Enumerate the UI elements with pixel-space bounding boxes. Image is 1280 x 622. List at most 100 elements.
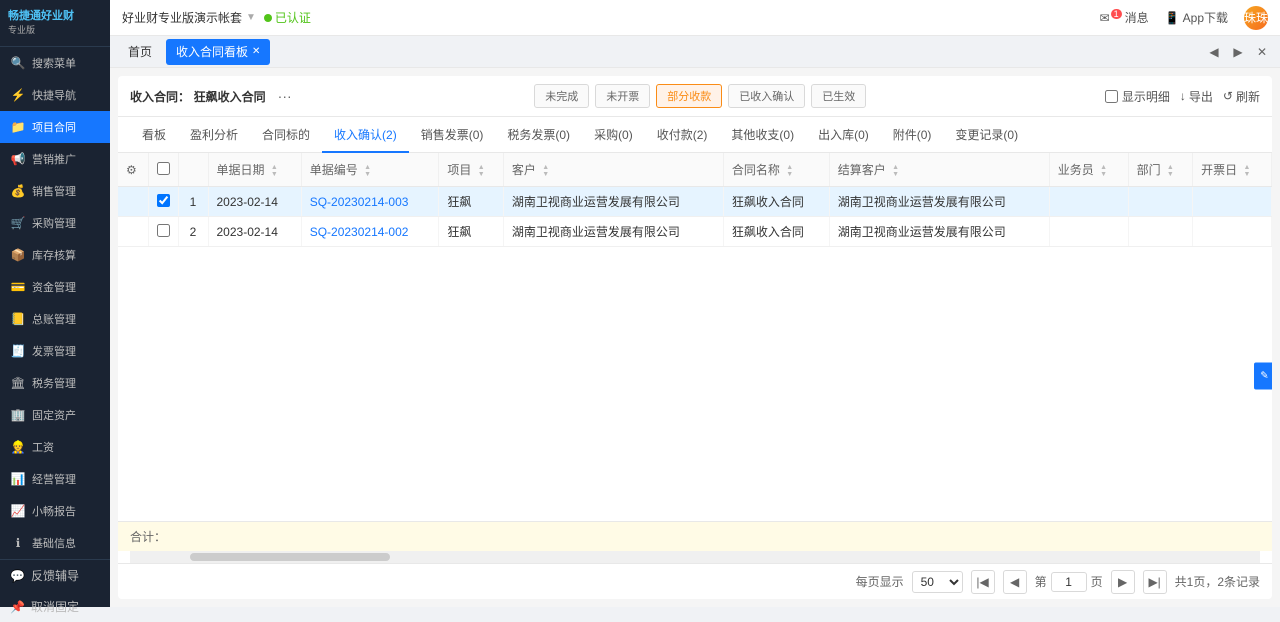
- status-not-done[interactable]: 未完成: [534, 84, 589, 108]
- sidebar-item-fixed-assets[interactable]: 🏢 固定资产: [0, 399, 110, 431]
- page-number-input[interactable]: [1051, 572, 1087, 592]
- page-prev-button[interactable]: ◀: [1003, 570, 1027, 594]
- project-cell-1: 狂飙: [439, 187, 504, 217]
- sidebar-item-search[interactable]: 🔍 搜索菜单: [0, 47, 110, 79]
- tab-income-contract[interactable]: 收入合同看板 ✕: [166, 39, 270, 65]
- status-confirmed[interactable]: 已收入确认: [728, 84, 805, 108]
- sidebar-item-invoice-label: 发票管理: [32, 343, 76, 359]
- sub-tab-sales-invoice[interactable]: 销售发票(0): [409, 117, 496, 153]
- department-cell-2: [1128, 217, 1193, 247]
- message-button[interactable]: ✉ 1 消息: [1100, 9, 1149, 26]
- contract-title-prefix: 收入合同：: [130, 90, 190, 104]
- company-selector[interactable]: 好业财专业版演示帐套 ▼: [122, 9, 256, 26]
- sidebar-item-report[interactable]: 📈 小畅报告: [0, 495, 110, 527]
- status-partial-received[interactable]: 部分收款: [656, 84, 722, 108]
- lightning-icon: ⚡: [10, 87, 26, 103]
- order-no-cell-1[interactable]: SQ-20230214-003: [301, 187, 439, 217]
- sub-tab-warehouse[interactable]: 出入库(0): [806, 117, 881, 153]
- settings-column-header: ⚙: [118, 153, 148, 187]
- sidebar-item-sales[interactable]: 💰 销售管理: [0, 175, 110, 207]
- chart-icon: 📊: [10, 471, 26, 487]
- sidebar-item-quick-nav[interactable]: ⚡ 快捷导航: [0, 79, 110, 111]
- invoice-date-column-header[interactable]: 开票日 ▲▼: [1193, 153, 1272, 187]
- sidebar-item-purchase[interactable]: 🛒 采购管理: [0, 207, 110, 239]
- side-note-button[interactable]: ✎: [1254, 363, 1272, 390]
- app-download-label: App下载: [1183, 9, 1228, 26]
- user-profile[interactable]: 珠珠: [1244, 6, 1268, 30]
- department-cell-1: [1128, 187, 1193, 217]
- row-checkbox-2[interactable]: [157, 224, 170, 237]
- settle-customer-column-header[interactable]: 结算客户 ▲▼: [829, 153, 1049, 187]
- tab-home-label: 首页: [128, 43, 152, 60]
- sidebar-item-invoice[interactable]: 🧾 发票管理: [0, 335, 110, 367]
- order-no-column-header[interactable]: 单据编号 ▲▼: [301, 153, 439, 187]
- sub-tab-tax-invoice[interactable]: 税务发票(0): [495, 117, 582, 153]
- order-no-link-1[interactable]: SQ-20230214-003: [310, 195, 409, 209]
- refresh-button[interactable]: ↺ 刷新: [1223, 88, 1260, 105]
- sub-tab-purchase[interactable]: 采购(0): [582, 117, 645, 153]
- sub-tab-payment[interactable]: 收付款(2): [645, 117, 720, 153]
- order-date-cell-1: 2023-02-14: [208, 187, 301, 217]
- sub-tab-attachment[interactable]: 附件(0): [881, 117, 944, 153]
- status-effective[interactable]: 已生效: [811, 84, 866, 108]
- sub-tab-other-income[interactable]: 其他收支(0): [719, 117, 806, 153]
- status-not-invoiced[interactable]: 未开票: [595, 84, 650, 108]
- checkbox-cell-1[interactable]: [148, 187, 178, 217]
- sub-tab-change-log[interactable]: 变更记录(0): [943, 117, 1030, 153]
- customer-cell-1: 湖南卫视商业运营发展有限公司: [503, 187, 723, 217]
- app-download-button[interactable]: 📱 App下载: [1165, 9, 1228, 26]
- order-date-column-header[interactable]: 单据日期 ▲▼: [208, 153, 301, 187]
- department-sort: ▲▼: [1167, 164, 1174, 178]
- show-detail-toggle[interactable]: 显示明细: [1105, 88, 1170, 105]
- row-checkbox-1[interactable]: [157, 194, 170, 207]
- salesperson-column-header[interactable]: 业务员 ▲▼: [1049, 153, 1128, 187]
- sidebar-item-capital[interactable]: 💳 资金管理: [0, 271, 110, 303]
- sidebar-item-project-contract[interactable]: 📁 项目合同: [0, 111, 110, 143]
- sidebar-item-ops-label: 经营管理: [32, 471, 76, 487]
- contract-name-column-header[interactable]: 合同名称 ▲▼: [723, 153, 829, 187]
- select-all-checkbox[interactable]: [157, 162, 170, 175]
- sidebar-item-inventory[interactable]: 📦 库存核算: [0, 239, 110, 271]
- show-detail-checkbox[interactable]: [1105, 90, 1118, 103]
- tab-next-button[interactable]: ▶: [1228, 42, 1248, 62]
- tab-prev-button[interactable]: ◀: [1204, 42, 1224, 62]
- customer-column-header[interactable]: 客户 ▲▼: [503, 153, 723, 187]
- order-no-cell-2[interactable]: SQ-20230214-002: [301, 217, 439, 247]
- scrollbar-thumb[interactable]: [190, 553, 390, 561]
- sidebar-item-general-ledger[interactable]: 📒 总账管理: [0, 303, 110, 335]
- export-button[interactable]: ↓ 导出: [1180, 88, 1213, 105]
- checkbox-cell-2[interactable]: [148, 217, 178, 247]
- sidebar-item-ops[interactable]: 📊 经营管理: [0, 463, 110, 495]
- department-column-header[interactable]: 部门 ▲▼: [1128, 153, 1193, 187]
- sub-tab-income-confirm[interactable]: 收入确认(2): [322, 117, 409, 153]
- search-icon: 🔍: [10, 55, 26, 71]
- project-sort: ▲▼: [478, 164, 485, 178]
- sub-tab-profit[interactable]: 盈利分析: [178, 117, 250, 153]
- more-button[interactable]: ···: [274, 88, 296, 104]
- sidebar-item-basic-info[interactable]: ℹ 基础信息: [0, 527, 110, 559]
- table-row[interactable]: 2 2023-02-14 SQ-20230214-002 狂飙 湖南卫视商业运营…: [118, 217, 1272, 247]
- contract-header: 收入合同： 狂飙收入合同 ··· 未完成 未开票 部分收款 已收入确认 已生效 …: [118, 76, 1272, 117]
- sidebar-item-hr[interactable]: 👷 工资: [0, 431, 110, 463]
- settings-icon[interactable]: ⚙: [126, 163, 137, 177]
- tab-home[interactable]: 首页: [118, 39, 162, 65]
- sub-tab-kanban[interactable]: 看板: [130, 117, 178, 153]
- sidebar-item-purchase-label: 采购管理: [32, 215, 76, 231]
- sidebar-item-help[interactable]: 💬 反馈辅导: [0, 560, 110, 591]
- export-icon: ↓: [1180, 89, 1186, 103]
- project-column-header[interactable]: 项目 ▲▼: [439, 153, 504, 187]
- table-row[interactable]: 1 2023-02-14 SQ-20230214-003 狂飙 湖南卫视商业运营…: [118, 187, 1272, 217]
- page-next-button[interactable]: ▶: [1111, 570, 1135, 594]
- table-container[interactable]: ⚙ 单据日期 ▲▼: [118, 153, 1272, 521]
- page-last-button[interactable]: ▶|: [1143, 570, 1167, 594]
- sidebar-item-marketing[interactable]: 📢 营销推广: [0, 143, 110, 175]
- building-icon: 🏢: [10, 407, 26, 423]
- tab-close-all-button[interactable]: ✕: [1252, 42, 1272, 62]
- horizontal-scrollbar[interactable]: [130, 551, 1260, 563]
- order-no-link-2[interactable]: SQ-20230214-002: [310, 225, 409, 239]
- tab-close-icon[interactable]: ✕: [252, 46, 260, 57]
- sub-tab-contract-standard[interactable]: 合同标的: [250, 117, 322, 153]
- page-first-button[interactable]: |◀: [971, 570, 995, 594]
- sidebar-item-tax[interactable]: 🏛 税务管理: [0, 367, 110, 399]
- page-size-select[interactable]: 20 50 100 200: [912, 571, 963, 593]
